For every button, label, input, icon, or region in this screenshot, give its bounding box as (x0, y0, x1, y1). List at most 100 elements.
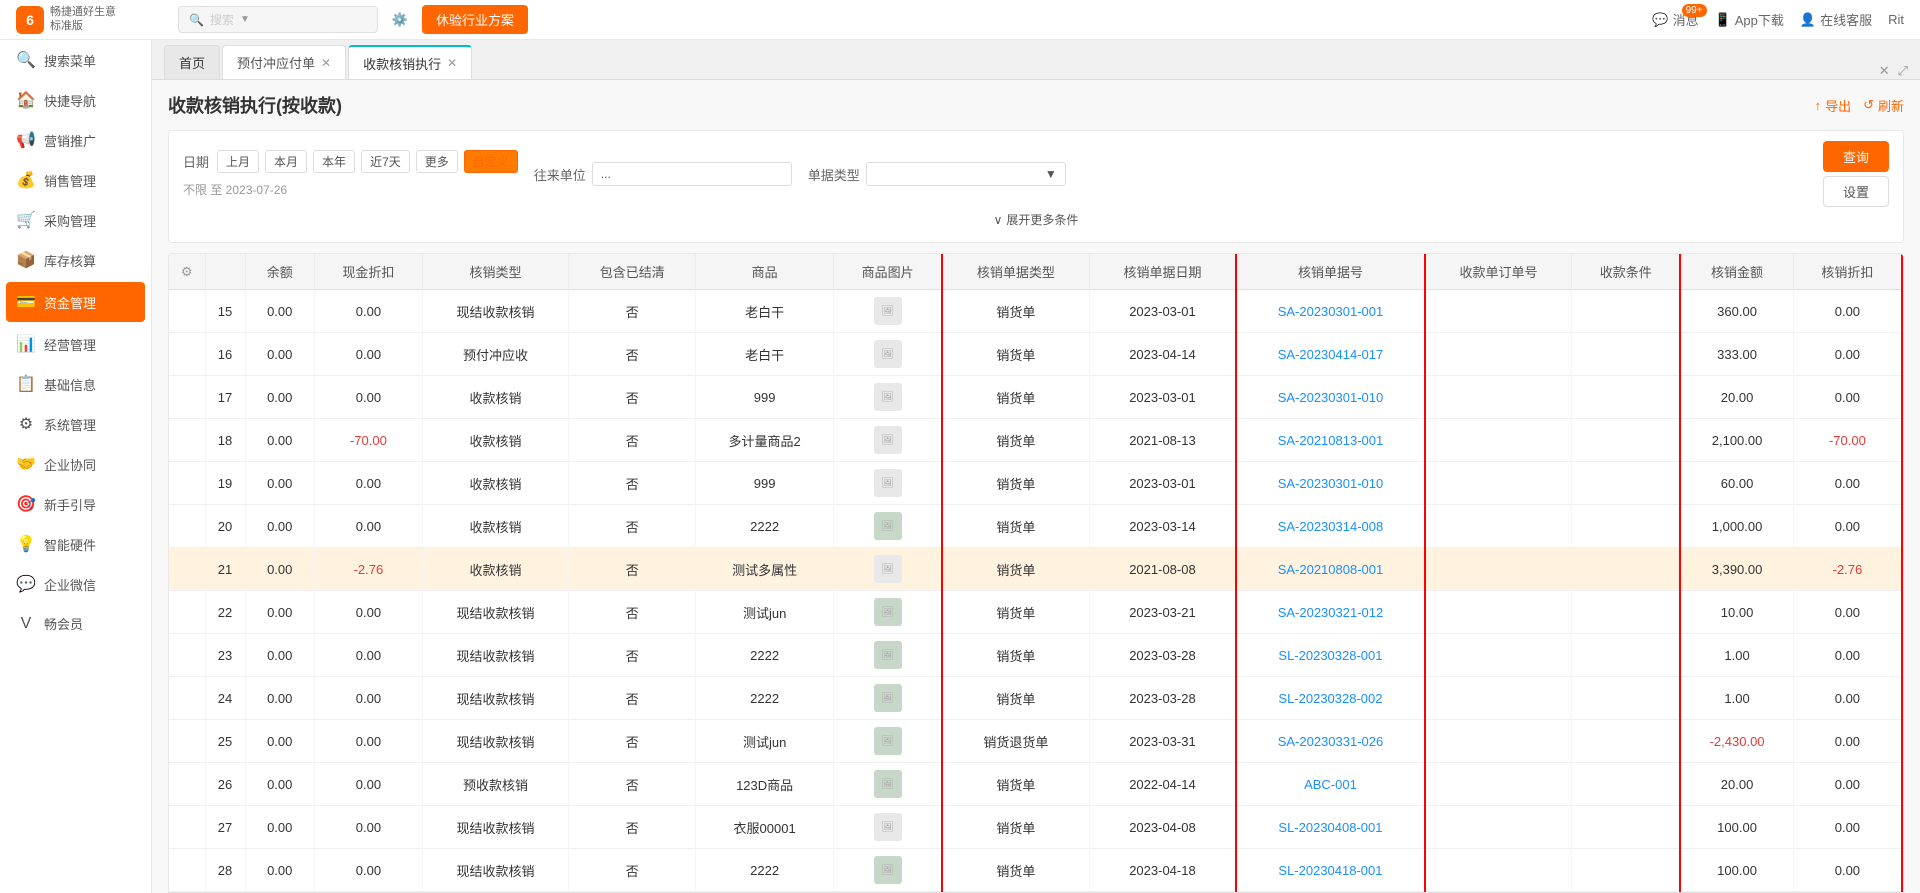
td-verify-doc-no[interactable]: SL-20230418-001 (1236, 849, 1424, 892)
td-verify-doc-no[interactable]: SA-20230314-008 (1236, 505, 1424, 548)
td-verify-amount: 100.00 (1680, 806, 1793, 849)
sidebar-item-库存核算[interactable]: 📦库存核算 (0, 240, 151, 280)
td-remainder: 0.00 (245, 376, 314, 419)
doc-type-select[interactable]: ▼ (866, 162, 1066, 186)
td-verify-doc-no[interactable]: SA-20210813-001 (1236, 419, 1424, 462)
column-settings-icon[interactable]: ⚙ (181, 264, 193, 280)
td-remainder: 0.00 (245, 634, 314, 677)
sidebar-item-营销推广[interactable]: 📢营销推广 (0, 120, 151, 160)
product-image: 🖼 (874, 641, 902, 669)
td-verify-discount: 0.00 (1793, 720, 1902, 763)
td-verify-doc-date: 2023-03-01 (1089, 376, 1236, 419)
td-verify-doc-no[interactable]: SA-20230301-001 (1236, 290, 1424, 333)
sidebar-item-资金管理[interactable]: 💳资金管理 (6, 282, 145, 322)
td-verify-doc-no[interactable]: SA-20230301-010 (1236, 376, 1424, 419)
td-receipt-condition (1572, 763, 1681, 806)
sidebar-icon: 📋 (16, 374, 36, 394)
sidebar-item-经营管理[interactable]: 📊经营管理 (0, 324, 151, 364)
td-include-settled: 否 (569, 333, 696, 376)
td-verify-doc-type: 销货单 (942, 763, 1089, 806)
settings-icon[interactable]: ⚙️ (386, 6, 414, 34)
td-verify-discount: 0.00 (1793, 806, 1902, 849)
td-verify-doc-no[interactable]: SL-20230328-002 (1236, 677, 1424, 720)
tab-bar-actions: ✕ ⤢ (1879, 63, 1908, 79)
td-verify-type: 收款核销 (422, 548, 568, 591)
sidebar-item-搜索菜单[interactable]: 🔍搜索菜单 (0, 40, 151, 80)
td-verify-discount: -70.00 (1793, 419, 1902, 462)
sidebar-item-企业协同[interactable]: 🤝企业协同 (0, 444, 151, 484)
td-verify-doc-type: 销货退货单 (942, 720, 1089, 763)
window-expand-icon[interactable]: ⤢ (1898, 63, 1908, 79)
td-verify-type: 现结收款核销 (422, 634, 568, 677)
sidebar-icon: V (16, 615, 36, 633)
settings-button[interactable]: 设置 (1823, 176, 1889, 207)
sidebar-item-企业微信[interactable]: 💬企业微信 (0, 564, 151, 604)
td-product: 2222 (696, 849, 834, 892)
dropdown-arrow-icon: ▼ (240, 14, 250, 25)
query-button[interactable]: 查询 (1823, 141, 1889, 172)
date-range-display: 不限 至 2023-07-26 (183, 181, 518, 198)
tab-verify-close-icon[interactable]: ✕ (447, 56, 457, 70)
tab-home[interactable]: 首页 (164, 45, 220, 79)
date-btn-more[interactable]: 更多 (416, 150, 458, 173)
tab-verify[interactable]: 收款核销执行 ✕ (348, 45, 472, 79)
user-name[interactable]: Rit (1888, 12, 1904, 27)
product-image: 🖼 (874, 469, 902, 497)
search-area[interactable]: 🔍 搜索 ▼ (178, 6, 378, 33)
td-verify-doc-no[interactable]: SA-20230331-026 (1236, 720, 1424, 763)
sidebar-item-畅会员[interactable]: V畅会员 (0, 604, 151, 643)
td-receipt-condition (1572, 462, 1681, 505)
sidebar-item-销售管理[interactable]: 💰销售管理 (0, 160, 151, 200)
td-product: 999 (696, 376, 834, 419)
partner-input[interactable]: ... (592, 162, 792, 186)
data-table-container: ⚙ 余额 现金折扣 核销类型 包含已结清 商品 商品图片 核销单据类型 核销 (168, 253, 1904, 893)
product-image: 🖼 (874, 512, 902, 540)
td-product-img: 🖼 (834, 548, 943, 591)
th-seq (205, 254, 245, 290)
sidebar-item-系统管理[interactable]: ⚙系统管理 (0, 404, 151, 444)
td-verify-doc-no[interactable]: SA-20230321-012 (1236, 591, 1424, 634)
online-service-button[interactable]: 👤 在线客服 (1800, 10, 1872, 29)
sidebar-item-基础信息[interactable]: 📋基础信息 (0, 364, 151, 404)
td-receipt-order-no (1425, 505, 1572, 548)
sidebar-label: 销售管理 (44, 171, 96, 190)
page-title-row: 收款核销执行(按收款) ↑ 导出 ↺ 刷新 (168, 92, 1904, 118)
td-verify-doc-no[interactable]: SL-20230328-001 (1236, 634, 1424, 677)
th-receipt-condition: 收款条件 (1572, 254, 1681, 290)
th-settings[interactable]: ⚙ (169, 254, 205, 290)
td-verify-doc-no[interactable]: SA-20230301-010 (1236, 462, 1424, 505)
td-verify-discount: 0.00 (1793, 376, 1902, 419)
date-btn-this-year[interactable]: 本年 (313, 150, 355, 173)
td-verify-type: 现结收款核销 (422, 677, 568, 720)
date-btn-7days[interactable]: 近7天 (361, 150, 410, 173)
td-verify-doc-no[interactable]: SA-20210808-001 (1236, 548, 1424, 591)
sidebar-item-智能硬件[interactable]: 💡智能硬件 (0, 524, 151, 564)
app-download-button[interactable]: 📱 App下载 (1715, 10, 1784, 29)
sidebar-item-快捷导航[interactable]: 🏠快捷导航 (0, 80, 151, 120)
date-btn-last-month[interactable]: 上月 (217, 150, 259, 173)
product-image: 🖼 (874, 684, 902, 712)
sidebar-item-采购管理[interactable]: 🛒采购管理 (0, 200, 151, 240)
window-minimize-icon[interactable]: ✕ (1879, 63, 1890, 79)
tab-prepay[interactable]: 预付冲应付单 ✕ (222, 45, 346, 79)
table-row: 19 0.00 0.00 收款核销 否 999 🖼 销货单 2023-03-01… (169, 462, 1902, 505)
expand-conditions-button[interactable]: ∨ 展开更多条件 (994, 211, 1079, 228)
sidebar-label: 营销推广 (44, 131, 96, 150)
tab-prepay-close-icon[interactable]: ✕ (321, 56, 331, 70)
td-verify-doc-no[interactable]: SL-20230408-001 (1236, 806, 1424, 849)
td-verify-doc-no[interactable]: SA-20230414-017 (1236, 333, 1424, 376)
message-button[interactable]: 💬 消息 99+ (1652, 10, 1698, 29)
sidebar-item-新手引导[interactable]: 🎯新手引导 (0, 484, 151, 524)
date-btn-custom[interactable]: 自定义 (464, 150, 518, 173)
refresh-button[interactable]: ↺ 刷新 (1863, 96, 1904, 115)
td-verify-discount: 0.00 (1793, 290, 1902, 333)
td-seq: 20 (205, 505, 245, 548)
td-verify-amount: 360.00 (1680, 290, 1793, 333)
export-button[interactable]: ↑ 导出 (1815, 96, 1852, 115)
td-receipt-condition (1572, 376, 1681, 419)
table-row: 26 0.00 0.00 预收款核销 否 123D商品 🖼 销货单 2022-0… (169, 763, 1902, 806)
td-verify-doc-no[interactable]: ABC-001 (1236, 763, 1424, 806)
date-btn-this-month[interactable]: 本月 (265, 150, 307, 173)
industry-button[interactable]: 休验行业方案 (422, 5, 528, 34)
td-seq: 23 (205, 634, 245, 677)
